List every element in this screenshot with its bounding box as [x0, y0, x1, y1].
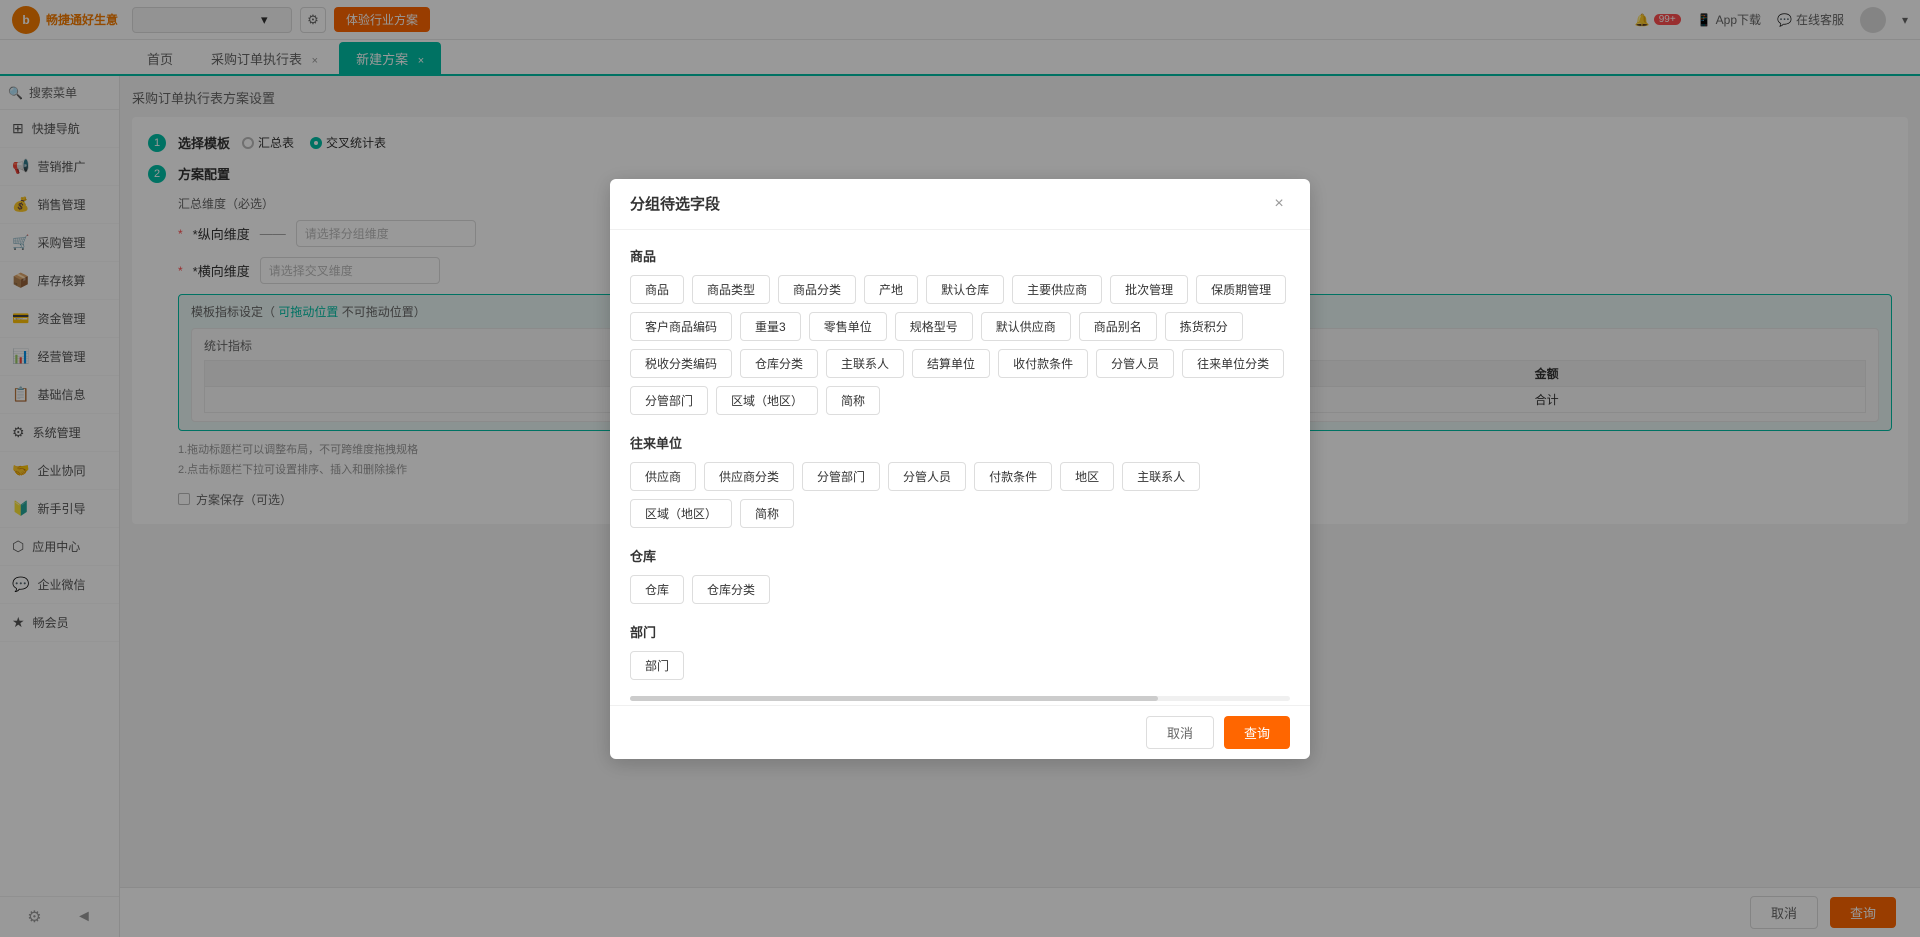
field-tag-往来单位分类[interactable]: 往来单位分类: [1182, 349, 1284, 378]
modal-header: 分组待选字段 ×: [610, 179, 1310, 230]
field-tag-仓库分类[interactable]: 仓库分类: [740, 349, 818, 378]
field-tag-默认仓库[interactable]: 默认仓库: [926, 275, 1004, 304]
field-section-warehouse: 仓库 仓库仓库分类: [630, 546, 1290, 604]
field-tag-地区[interactable]: 地区: [1060, 462, 1114, 491]
field-tag-主要供应商[interactable]: 主要供应商: [1012, 275, 1102, 304]
modal-horizontal-scrollbar[interactable]: [630, 696, 1290, 700]
field-tag-批次管理[interactable]: 批次管理: [1110, 275, 1188, 304]
field-tag-规格型号[interactable]: 规格型号: [895, 312, 973, 341]
field-tag-区域（地区）[interactable]: 区域（地区）: [630, 499, 732, 528]
field-tag-商品类型[interactable]: 商品类型: [692, 275, 770, 304]
field-section-warehouse-title: 仓库: [630, 546, 1290, 565]
field-tag-产地[interactable]: 产地: [864, 275, 918, 304]
field-tag-供应商分类[interactable]: 供应商分类: [704, 462, 794, 491]
field-section-department: 部门 部门: [630, 622, 1290, 680]
field-tags-warehouse: 仓库仓库分类: [630, 575, 1290, 604]
field-section-partner: 往来单位 供应商供应商分类分管部门分管人员付款条件地区主联系人区域（地区） 简称: [630, 433, 1290, 528]
field-tag-分管人员[interactable]: 分管人员: [888, 462, 966, 491]
field-tag-主联系人[interactable]: 主联系人: [1122, 462, 1200, 491]
field-tag-部门[interactable]: 部门: [630, 651, 684, 680]
modal-footer: 取消 查询: [610, 705, 1310, 759]
field-tag-简称[interactable]: 简称: [740, 499, 794, 528]
field-section-partner-title: 往来单位: [630, 433, 1290, 452]
field-tag-税收分类编码[interactable]: 税收分类编码: [630, 349, 732, 378]
field-tag-重量3[interactable]: 重量3: [740, 312, 801, 341]
modal-dialog: 分组待选字段 × 商品 商品商品类型商品分类产地默认仓库主要供应商批次管理保质期…: [610, 179, 1310, 759]
field-tag-仓库[interactable]: 仓库: [630, 575, 684, 604]
field-tag-拣货积分[interactable]: 拣货积分: [1165, 312, 1243, 341]
field-tag-主联系人[interactable]: 主联系人: [826, 349, 904, 378]
field-section-department-title: 部门: [630, 622, 1290, 641]
field-tag-收付款条件[interactable]: 收付款条件: [998, 349, 1088, 378]
field-tag-区域（地区）[interactable]: 区域（地区）: [716, 386, 818, 415]
modal-scrollbar-thumb: [630, 696, 1158, 700]
modal-close-button[interactable]: ×: [1268, 193, 1290, 215]
field-tag-仓库分类[interactable]: 仓库分类: [692, 575, 770, 604]
field-tag-供应商[interactable]: 供应商: [630, 462, 696, 491]
field-tag-商品[interactable]: 商品: [630, 275, 684, 304]
field-tag-默认供应商[interactable]: 默认供应商: [981, 312, 1071, 341]
field-tags-product: 商品商品类型商品分类产地默认仓库主要供应商批次管理保质期管理客户商品编码重量3 零…: [630, 275, 1290, 415]
field-section-product: 商品 商品商品类型商品分类产地默认仓库主要供应商批次管理保质期管理客户商品编码重…: [630, 246, 1290, 415]
field-tag-商品分类[interactable]: 商品分类: [778, 275, 856, 304]
field-tag-分管部门[interactable]: 分管部门: [802, 462, 880, 491]
field-tag-分管人员[interactable]: 分管人员: [1096, 349, 1174, 378]
field-tag-保质期管理[interactable]: 保质期管理: [1196, 275, 1286, 304]
modal-overlay: 分组待选字段 × 商品 商品商品类型商品分类产地默认仓库主要供应商批次管理保质期…: [0, 0, 1920, 937]
field-tag-结算单位[interactable]: 结算单位: [912, 349, 990, 378]
field-tag-商品别名[interactable]: 商品别名: [1079, 312, 1157, 341]
modal-title: 分组待选字段: [630, 193, 720, 214]
modal-cancel-button[interactable]: 取消: [1146, 716, 1214, 749]
field-tag-客户商品编码[interactable]: 客户商品编码: [630, 312, 732, 341]
field-tag-付款条件[interactable]: 付款条件: [974, 462, 1052, 491]
field-tags-department: 部门: [630, 651, 1290, 680]
field-tags-partner: 供应商供应商分类分管部门分管人员付款条件地区主联系人区域（地区） 简称: [630, 462, 1290, 528]
field-tag-零售单位[interactable]: 零售单位: [809, 312, 887, 341]
field-section-product-title: 商品: [630, 246, 1290, 265]
modal-confirm-button[interactable]: 查询: [1224, 716, 1290, 749]
field-tag-简称[interactable]: 简称: [826, 386, 880, 415]
modal-body: 商品 商品商品类型商品分类产地默认仓库主要供应商批次管理保质期管理客户商品编码重…: [610, 230, 1310, 693]
field-tag-分管部门[interactable]: 分管部门: [630, 386, 708, 415]
